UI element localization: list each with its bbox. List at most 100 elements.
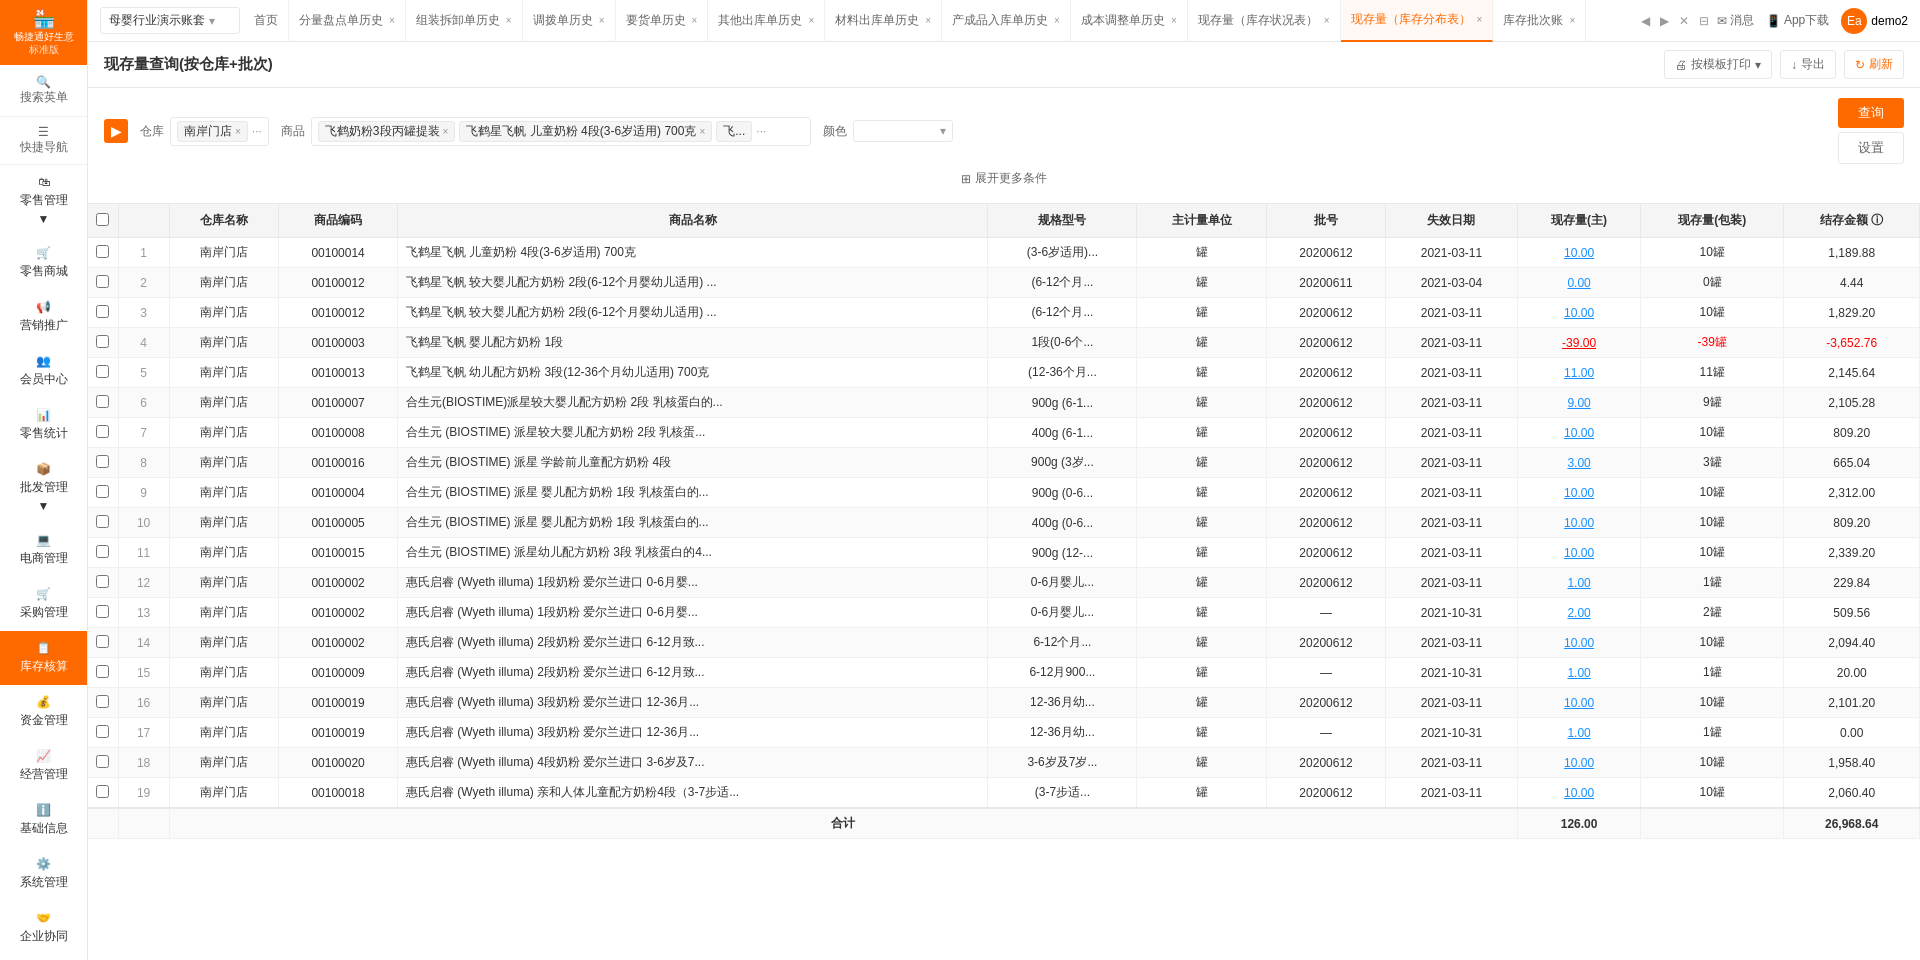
row-checkbox[interactable] <box>96 725 109 738</box>
sidebar-item-ecommerce[interactable]: 💻 电商管理 <box>0 523 87 577</box>
close-icon[interactable]: × <box>1324 15 1330 26</box>
remove-product-tag-2-btn[interactable]: × <box>699 126 705 137</box>
tab-scroll-right-btn[interactable]: ▶ <box>1656 12 1673 30</box>
row-checkbox[interactable] <box>96 755 109 768</box>
td-inventory-main[interactable]: 10.00 <box>1518 778 1641 809</box>
tab-requisition-history[interactable]: 要货单历史 × <box>616 0 709 42</box>
tab-split-inventory-history[interactable]: 分量盘点单历史 × <box>289 0 406 42</box>
close-all-btn[interactable]: ✕ <box>1675 12 1693 30</box>
tab-disassemble-history[interactable]: 组装拆卸单历史 × <box>406 0 523 42</box>
tab-material-out-history[interactable]: 材料出库单历史 × <box>825 0 942 42</box>
row-checkbox[interactable] <box>96 275 109 288</box>
product-more-btn[interactable]: ··· <box>756 124 766 138</box>
td-checkbox[interactable] <box>88 538 118 568</box>
sidebar-item-enterprise-collab[interactable]: 🤝 企业协同 <box>0 901 87 955</box>
row-checkbox[interactable] <box>96 365 109 378</box>
warehouse-filter-container[interactable]: 南岸门店 × ··· <box>170 117 269 146</box>
tab-cost-adjust-history[interactable]: 成本调整单历史 × <box>1071 0 1188 42</box>
td-checkbox[interactable] <box>88 718 118 748</box>
refresh-btn[interactable]: ↻ 刷新 <box>1844 50 1904 79</box>
td-checkbox[interactable] <box>88 298 118 328</box>
sidebar-item-system-mgmt[interactable]: ⚙️ 系统管理 <box>0 847 87 901</box>
sidebar-item-marketing[interactable]: 📢 营销推广 <box>0 290 87 344</box>
td-checkbox[interactable] <box>88 598 118 628</box>
td-checkbox[interactable] <box>88 508 118 538</box>
tab-inventory-batch[interactable]: 库存批次账 × <box>1493 0 1586 42</box>
td-inventory-main[interactable]: 10.00 <box>1518 238 1641 268</box>
row-checkbox[interactable] <box>96 395 109 408</box>
sidebar-quick-nav[interactable]: ☰ 快捷导航 <box>0 117 87 165</box>
td-inventory-main[interactable]: 10.00 <box>1518 688 1641 718</box>
sidebar-logo[interactable]: 🏪 畅捷通好生意 标准版 <box>0 0 87 65</box>
close-icon[interactable]: × <box>599 15 605 26</box>
td-inventory-main[interactable]: 11.00 <box>1518 358 1641 388</box>
sidebar-item-finance-mgmt[interactable]: 💰 资金管理 <box>0 685 87 739</box>
row-checkbox[interactable] <box>96 515 109 528</box>
td-checkbox[interactable] <box>88 268 118 298</box>
row-checkbox[interactable] <box>96 305 109 318</box>
td-inventory-main[interactable]: 10.00 <box>1518 478 1641 508</box>
td-checkbox[interactable] <box>88 628 118 658</box>
tab-other-out-history[interactable]: 其他出库单历史 × <box>708 0 825 42</box>
td-checkbox[interactable] <box>88 688 118 718</box>
sidebar-item-purchase-mgmt[interactable]: 🛒 采购管理 <box>0 577 87 631</box>
close-icon[interactable]: × <box>389 15 395 26</box>
color-filter-container[interactable]: ▾ <box>853 120 953 142</box>
td-inventory-main[interactable]: 0.00 <box>1518 268 1641 298</box>
tab-inventory-status[interactable]: 现存量（库存状况表） × <box>1188 0 1341 42</box>
close-icon[interactable]: × <box>1477 14 1483 25</box>
tab-product-in-history[interactable]: 产成品入库单历史 × <box>942 0 1071 42</box>
sidebar-item-member-center[interactable]: 👥 会员中心 <box>0 344 87 398</box>
sidebar-item-retail-shop[interactable]: 🛒 零售商城 <box>0 236 87 290</box>
row-checkbox[interactable] <box>96 605 109 618</box>
sidebar-item-retail-stats[interactable]: 📊 零售统计 <box>0 398 87 452</box>
row-checkbox[interactable] <box>96 425 109 438</box>
td-checkbox[interactable] <box>88 358 118 388</box>
expand-more-conditions[interactable]: ⊞ 展开更多条件 <box>104 164 1904 193</box>
td-checkbox[interactable] <box>88 568 118 598</box>
td-inventory-main[interactable]: 10.00 <box>1518 298 1641 328</box>
row-checkbox[interactable] <box>96 665 109 678</box>
sidebar-item-basic-info[interactable]: ℹ️ 基础信息 <box>0 793 87 847</box>
row-checkbox[interactable] <box>96 635 109 648</box>
td-inventory-main[interactable]: 1.00 <box>1518 568 1641 598</box>
query-btn[interactable]: 查询 <box>1838 98 1904 128</box>
td-inventory-main[interactable]: 10.00 <box>1518 538 1641 568</box>
close-icon[interactable]: × <box>1171 15 1177 26</box>
sidebar-search[interactable]: 🔍 搜索英单 <box>0 65 87 117</box>
close-icon[interactable]: × <box>506 15 512 26</box>
td-checkbox[interactable] <box>88 778 118 809</box>
close-icon[interactable]: × <box>925 15 931 26</box>
td-checkbox[interactable] <box>88 388 118 418</box>
message-btn[interactable]: ✉ 消息 <box>1717 12 1754 29</box>
select-all-checkbox[interactable] <box>96 213 109 226</box>
row-checkbox[interactable] <box>96 485 109 498</box>
tab-scroll-left-btn[interactable]: ◀ <box>1637 12 1654 30</box>
row-checkbox[interactable] <box>96 575 109 588</box>
row-checkbox[interactable] <box>96 455 109 468</box>
td-checkbox[interactable] <box>88 478 118 508</box>
td-inventory-main[interactable]: 2.00 <box>1518 598 1641 628</box>
remove-warehouse-tag-btn[interactable]: × <box>235 126 241 137</box>
td-inventory-main[interactable]: 1.00 <box>1518 718 1641 748</box>
settings-btn[interactable]: 设置 <box>1838 132 1904 164</box>
td-inventory-main[interactable]: 1.00 <box>1518 658 1641 688</box>
td-inventory-main[interactable]: 10.00 <box>1518 508 1641 538</box>
close-icon[interactable]: × <box>1054 15 1060 26</box>
close-icon[interactable]: × <box>808 15 814 26</box>
td-inventory-main[interactable]: 3.00 <box>1518 448 1641 478</box>
sidebar-item-retail-mgmt[interactable]: 🛍 零售管理 ▼ <box>0 165 87 236</box>
expand-tabs-btn[interactable]: ⊟ <box>1695 12 1713 30</box>
td-checkbox[interactable] <box>88 328 118 358</box>
export-btn[interactable]: ↓ 导出 <box>1780 50 1836 79</box>
sidebar-item-operations-mgmt[interactable]: 📈 经营管理 <box>0 739 87 793</box>
remove-product-tag-1-btn[interactable]: × <box>443 126 449 137</box>
td-checkbox[interactable] <box>88 748 118 778</box>
close-icon[interactable]: × <box>692 15 698 26</box>
sidebar-item-new-guide[interactable]: 🚀 新手引导 <box>0 955 87 960</box>
warehouse-more-btn[interactable]: ··· <box>252 124 262 138</box>
td-checkbox[interactable] <box>88 658 118 688</box>
template-print-btn[interactable]: 🖨 按模板打印 ▾ <box>1664 50 1772 79</box>
app-download-btn[interactable]: 📱 App下载 <box>1766 12 1829 29</box>
td-checkbox[interactable] <box>88 448 118 478</box>
